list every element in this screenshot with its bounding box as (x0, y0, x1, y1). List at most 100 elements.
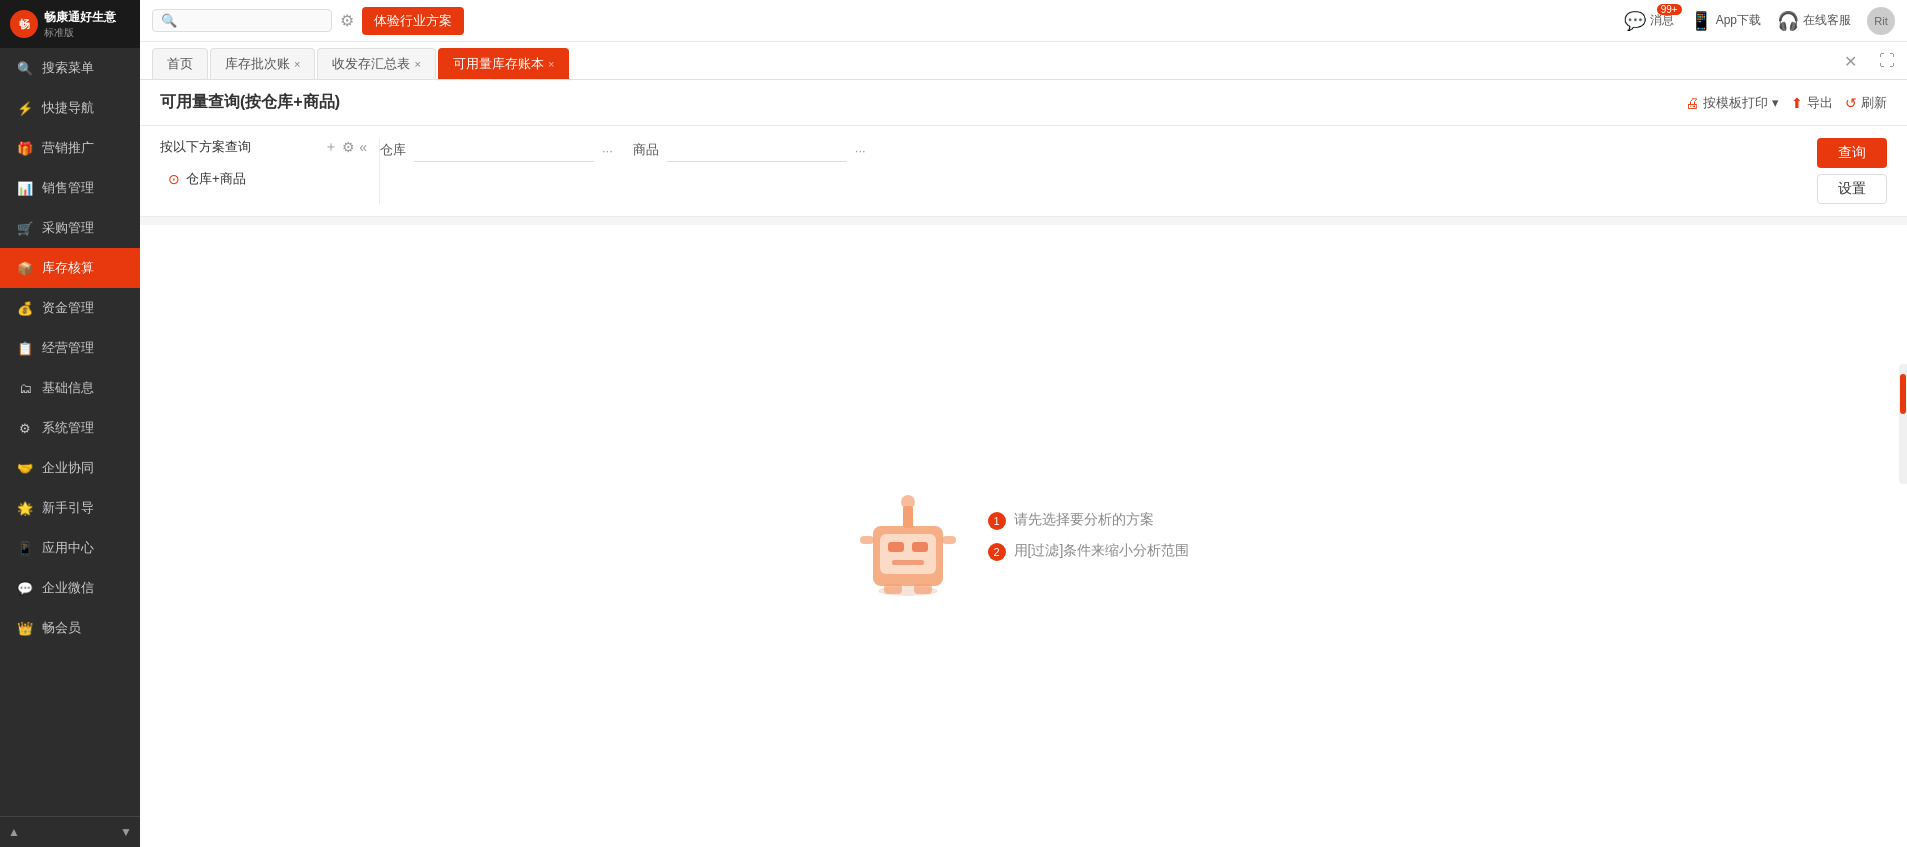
sidebar-item-operation[interactable]: 📋 经营管理 (0, 328, 140, 368)
query-area: 按以下方案查询 ＋ ⚙ « ⊙ 仓库+商品 仓库 (140, 126, 1907, 217)
online-service-btn[interactable]: 🎧 在线客服 (1777, 10, 1851, 32)
sidebar-item-purchase[interactable]: 🛒 采购管理 (0, 208, 140, 248)
sidebar-item-sales[interactable]: 📊 销售管理 (0, 168, 140, 208)
tab-batch-ledger[interactable]: 库存批次账 × (210, 48, 315, 79)
query-scheme-panel: 按以下方案查询 ＋ ⚙ « ⊙ 仓库+商品 (160, 138, 380, 204)
sidebar-item-inventory[interactable]: 📦 库存核算 (0, 248, 140, 288)
user-avatar[interactable]: Rit (1867, 7, 1895, 35)
topbar-search-box: 🔍 (152, 9, 332, 32)
sidebar-label-enterprise: 企业协同 (42, 459, 94, 477)
search-input[interactable] (181, 14, 301, 28)
sidebar-item-search[interactable]: 🔍 搜索菜单 (0, 48, 140, 88)
collapse-btn[interactable]: « (359, 138, 367, 156)
scroll-up-btn[interactable]: ▲ (8, 825, 20, 839)
tab-batch-ledger-close[interactable]: × (294, 58, 300, 70)
hint-1: 1 请先选择要分析的方案 (988, 511, 1190, 530)
sidebar-label-basic: 基础信息 (42, 379, 94, 397)
warehouse-more-icon[interactable]: ··· (602, 143, 613, 158)
svg-rect-3 (888, 542, 904, 552)
export-label: 导出 (1807, 94, 1833, 112)
sidebar-label-finance: 资金管理 (42, 299, 94, 317)
tab-home[interactable]: 首页 (152, 48, 208, 79)
sidebar-icon-vip: 👑 (16, 619, 34, 637)
company-name: 畅康通好生意 (44, 9, 116, 26)
app-download-btn[interactable]: 📱 App下载 (1690, 10, 1761, 32)
product-input[interactable] (667, 138, 847, 162)
sidebar-item-basic[interactable]: 🗂 基础信息 (0, 368, 140, 408)
sidebar-item-marketing-promo[interactable]: 🎁 营销推广 (0, 128, 140, 168)
manage-scheme-btn[interactable]: ⚙ (342, 138, 355, 156)
scheme-item-label: 仓库+商品 (186, 170, 246, 188)
tab-available-ledger-close[interactable]: × (548, 58, 554, 70)
search-icon: 🔍 (161, 13, 177, 28)
print-dropdown-icon[interactable]: ▾ (1772, 95, 1779, 110)
query-left-header: 按以下方案查询 ＋ ⚙ « (160, 138, 367, 156)
product-label: 商品 (633, 141, 659, 159)
hint-2-text: 用[过滤]条件来缩小分析范围 (1014, 542, 1190, 560)
sidebar-icon-finance: 💰 (16, 299, 34, 317)
sidebar-logo: 畅 (10, 10, 38, 38)
sidebar-label-operation: 经营管理 (42, 339, 94, 357)
sidebar-icon-wechat: 💬 (16, 579, 34, 597)
product-more-icon[interactable]: ··· (855, 143, 866, 158)
svg-rect-4 (912, 542, 928, 552)
topbar: 🔍 ⚙ 体验行业方案 💬 99+ 消息 📱 App下载 🎧 在线客服 Rit (140, 0, 1907, 42)
warehouse-label: 仓库 (380, 141, 406, 159)
refresh-btn[interactable]: ↺ 刷新 (1845, 94, 1887, 112)
sidebar-nav: 🔍 搜索菜单 ⚡ 快捷导航 🎁 营销推广 📊 销售管理 🛒 采购管理 📦 库存核… (0, 48, 140, 816)
print-btn[interactable]: 🖨 按模板打印 ▾ (1685, 94, 1779, 112)
right-scrollbar (1899, 364, 1907, 484)
trial-btn[interactable]: 体验行业方案 (362, 7, 464, 35)
query-right-inner: 仓库 ··· 商品 ··· (380, 138, 1817, 162)
sidebar-icon-system: ⚙ (16, 419, 34, 437)
warehouse-input[interactable] (414, 138, 594, 162)
tab-available-ledger[interactable]: 可用量库存账本 × (438, 48, 569, 79)
sidebar-item-wechat[interactable]: 💬 企业微信 (0, 568, 140, 608)
sidebar-label-system: 系统管理 (42, 419, 94, 437)
sidebar-item-newbie[interactable]: 🌟 新手引导 (0, 488, 140, 528)
sidebar-label-purchase: 采购管理 (42, 219, 94, 237)
sidebar-item-system[interactable]: ⚙ 系统管理 (0, 408, 140, 448)
hint-1-text: 请先选择要分析的方案 (1014, 511, 1154, 529)
tab-stock-summary[interactable]: 收发存汇总表 × (317, 48, 435, 79)
sidebar-item-shortcut[interactable]: ⚡ 快捷导航 (0, 88, 140, 128)
sidebar-item-vip[interactable]: 👑 畅会员 (0, 608, 140, 648)
hint-1-num: 1 (988, 512, 1006, 530)
sidebar-icon-app-center: 📱 (16, 539, 34, 557)
query-field-product: 商品 ··· (633, 138, 866, 162)
query-settings-btn[interactable]: 设置 (1817, 174, 1887, 204)
sidebar-icon-basic: 🗂 (16, 379, 34, 397)
query-btn[interactable]: 查询 (1817, 138, 1887, 168)
tab-batch-ledger-label: 库存批次账 (225, 55, 290, 73)
message-label: 消息 (1650, 12, 1674, 29)
tabbar-close-btn[interactable]: ✕ (1844, 51, 1857, 70)
headset-icon: 🎧 (1777, 10, 1799, 32)
scroll-down-btn[interactable]: ▼ (120, 825, 132, 839)
right-scrollbar-thumb (1900, 374, 1906, 414)
scheme-item-warehouse-product[interactable]: ⊙ 仓库+商品 (160, 164, 367, 194)
sidebar-icon-inventory: 📦 (16, 259, 34, 277)
export-btn[interactable]: ⬆ 导出 (1791, 94, 1833, 112)
tabbar: 首页 库存批次账 × 收发存汇总表 × 可用量库存账本 × ✕ ⛶ (140, 42, 1907, 80)
tabbar-expand-btn[interactable]: ⛶ (1879, 52, 1895, 70)
sidebar-item-enterprise[interactable]: 🤝 企业协同 (0, 448, 140, 488)
page-title: 可用量查询(按仓库+商品) (160, 92, 340, 113)
tab-stock-summary-label: 收发存汇总表 (332, 55, 410, 73)
add-scheme-btn[interactable]: ＋ (324, 138, 338, 156)
sidebar-label-newbie: 新手引导 (42, 499, 94, 517)
message-icon: 💬 (1624, 10, 1646, 32)
sidebar-bottom: ▲ ▼ (0, 816, 140, 847)
sidebar-label-shortcut: 快捷导航 (42, 99, 94, 117)
sidebar-label-wechat: 企业微信 (42, 579, 94, 597)
empty-state: 1 请先选择要分析的方案 2 用[过滤]条件来缩小分析范围 (140, 225, 1907, 847)
message-btn[interactable]: 💬 99+ 消息 (1624, 10, 1674, 32)
sidebar-item-app-center[interactable]: 📱 应用中心 (0, 528, 140, 568)
service-label: 在线客服 (1803, 12, 1851, 29)
svg-rect-5 (892, 560, 924, 565)
query-right-wrap: 仓库 ··· 商品 ··· 查询 设置 (380, 138, 1887, 204)
tab-stock-summary-close[interactable]: × (414, 58, 420, 70)
sidebar-item-finance[interactable]: 💰 资金管理 (0, 288, 140, 328)
sidebar-icon-shortcut: ⚡ (16, 99, 34, 117)
sidebar-icon-purchase: 🛒 (16, 219, 34, 237)
settings-icon[interactable]: ⚙ (340, 11, 354, 30)
